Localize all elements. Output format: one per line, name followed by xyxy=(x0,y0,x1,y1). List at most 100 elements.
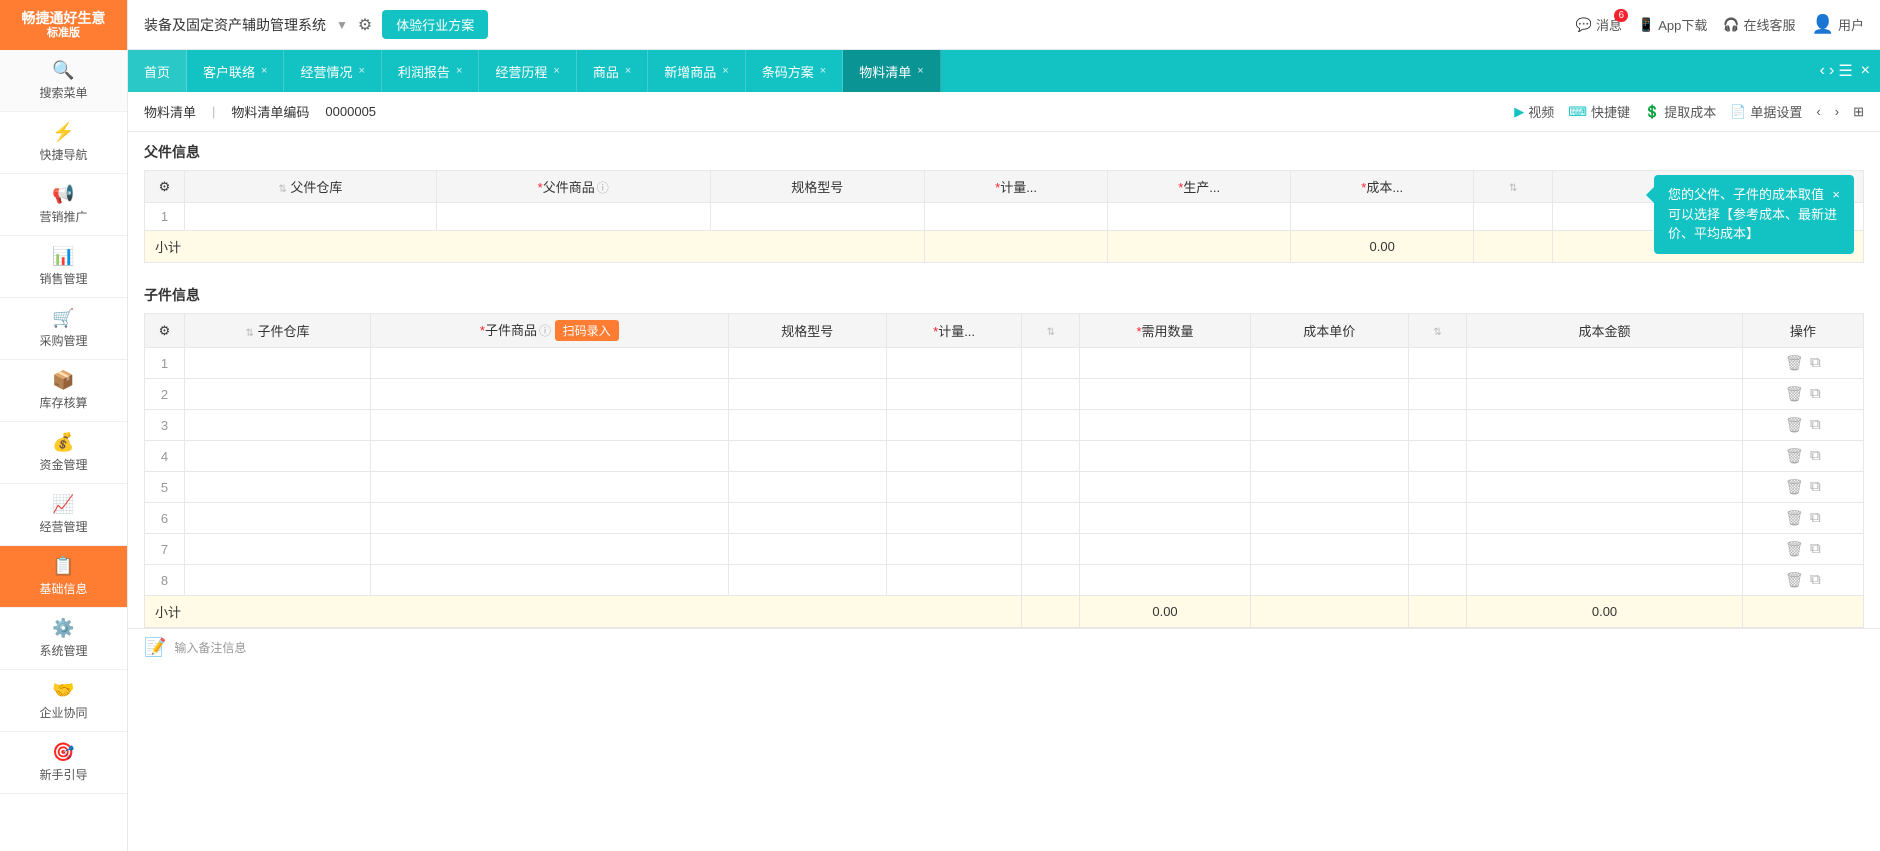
scan-button[interactable]: 扫码录入 xyxy=(555,320,619,341)
child-row-8-goods[interactable] xyxy=(371,565,729,596)
child-row-2-copy-icon[interactable]: ⧉ xyxy=(1810,385,1821,403)
child-row-6-delete-icon[interactable]: 🗑 xyxy=(1785,509,1804,527)
parent-row-1-unit[interactable] xyxy=(925,203,1108,231)
child-row-4-unit[interactable] xyxy=(886,441,1021,472)
child-row-3-unit[interactable] xyxy=(886,410,1021,441)
child-row-4-goods[interactable] xyxy=(371,441,729,472)
child-row-6-spec[interactable] xyxy=(728,503,886,534)
tab-history-close[interactable]: × xyxy=(553,65,559,77)
child-row-6-goods[interactable] xyxy=(371,503,729,534)
child-row-3-delete-icon[interactable]: 🗑 xyxy=(1785,416,1804,434)
child-row-3-cost-price[interactable] xyxy=(1250,410,1408,441)
child-row-5-copy-icon[interactable]: ⧉ xyxy=(1810,478,1821,496)
child-row-2-spec[interactable] xyxy=(728,379,886,410)
child-row-2-delete-icon[interactable]: 🗑 xyxy=(1785,385,1804,403)
app-download-button[interactable]: 📱 App下载 xyxy=(1638,15,1707,34)
tab-history[interactable]: 经营历程 × xyxy=(479,50,576,92)
tab-goods-close[interactable]: × xyxy=(625,65,631,77)
shortcut-button[interactable]: ⌨ 快捷键 xyxy=(1568,102,1630,121)
child-row-8-spec[interactable] xyxy=(728,565,886,596)
child-row-6-cost-price[interactable] xyxy=(1250,503,1408,534)
sidebar-item-basic-info[interactable]: 📋 基础信息 xyxy=(0,546,127,608)
note-placeholder[interactable]: 输入备注信息 xyxy=(174,639,246,656)
parent-row-1-warehouse[interactable] xyxy=(185,203,437,231)
breadcrumb-bom-list[interactable]: 物料清单 xyxy=(144,102,196,121)
video-button[interactable]: ▶ 视频 xyxy=(1514,102,1554,121)
child-row-3-qty[interactable] xyxy=(1080,410,1250,441)
tab-goods[interactable]: 商品 × xyxy=(577,50,648,92)
sidebar-item-marketing[interactable]: 📢 营销推广 xyxy=(0,174,127,236)
tab-barcode-close[interactable]: × xyxy=(820,65,826,77)
tab-profit-close[interactable]: × xyxy=(456,65,462,77)
sidebar-item-finance[interactable]: 💰 资金管理 xyxy=(0,422,127,484)
child-row-7-delete-icon[interactable]: 🗑 xyxy=(1785,540,1804,558)
child-row-4-cost-price[interactable] xyxy=(1250,441,1408,472)
child-row-5-goods[interactable] xyxy=(371,472,729,503)
sidebar-item-collab[interactable]: 🤝 企业协同 xyxy=(0,670,127,732)
child-row-6-warehouse[interactable] xyxy=(185,503,371,534)
sidebar-item-purchase[interactable]: 🛒 采购管理 xyxy=(0,298,127,360)
tooltip-close-button[interactable]: × xyxy=(1832,185,1840,205)
child-row-5-spec[interactable] xyxy=(728,472,886,503)
child-row-7-copy-icon[interactable]: ⧉ xyxy=(1810,540,1821,558)
tab-bom-close[interactable]: × xyxy=(917,65,923,77)
sidebar-item-quick-nav[interactable]: ⚡ 快捷导航 xyxy=(0,112,127,174)
child-col-settings[interactable]: ⚙ xyxy=(145,314,185,348)
child-row-5-cost-price[interactable] xyxy=(1250,472,1408,503)
child-row-2-qty[interactable] xyxy=(1080,379,1250,410)
parent-row-1-spec[interactable] xyxy=(710,203,924,231)
child-row-8-unit[interactable] xyxy=(886,565,1021,596)
child-row-8-cost-price[interactable] xyxy=(1250,565,1408,596)
child-row-2-goods[interactable] xyxy=(371,379,729,410)
child-row-3-copy-icon[interactable]: ⧉ xyxy=(1810,416,1821,434)
sidebar-item-system[interactable]: ⚙️ 系统管理 xyxy=(0,608,127,670)
settings-icon[interactable]: ⚙ xyxy=(358,15,372,35)
child-row-1-delete-icon[interactable]: 🗑 xyxy=(1785,354,1804,372)
nav-left-icon[interactable]: ‹ xyxy=(1816,104,1820,119)
nav-menu-icon[interactable]: ☰ xyxy=(1838,61,1852,81)
child-row-6-qty[interactable] xyxy=(1080,503,1250,534)
tab-home[interactable]: 首页 xyxy=(128,50,187,92)
messages-button[interactable]: 💬 消息 6 xyxy=(1576,15,1622,34)
sidebar-item-operations[interactable]: 📈 经营管理 xyxy=(0,484,127,546)
parent-col-settings[interactable]: ⚙ xyxy=(145,171,185,203)
child-row-1-spec[interactable] xyxy=(728,348,886,379)
child-row-8-delete-icon[interactable]: 🗑 xyxy=(1785,571,1804,589)
child-row-4-delete-icon[interactable]: 🗑 xyxy=(1785,447,1804,465)
user-button[interactable]: 👤 用户 xyxy=(1812,14,1864,35)
child-row-5-unit[interactable] xyxy=(886,472,1021,503)
child-row-1-qty[interactable] xyxy=(1080,348,1250,379)
child-row-2-warehouse[interactable] xyxy=(185,379,371,410)
child-row-1-unit[interactable] xyxy=(886,348,1021,379)
child-row-1-cost-price[interactable] xyxy=(1250,348,1408,379)
child-row-8-qty[interactable] xyxy=(1080,565,1250,596)
child-row-7-goods[interactable] xyxy=(371,534,729,565)
child-row-2-unit[interactable] xyxy=(886,379,1021,410)
parent-row-1-cost[interactable] xyxy=(1291,203,1474,231)
nav-right-icon[interactable]: › xyxy=(1835,104,1839,119)
child-row-8-warehouse[interactable] xyxy=(185,565,371,596)
tab-bom[interactable]: 物料清单 × xyxy=(843,50,940,92)
child-row-7-unit[interactable] xyxy=(886,534,1021,565)
child-row-7-qty[interactable] xyxy=(1080,534,1250,565)
child-row-1-warehouse[interactable] xyxy=(185,348,371,379)
child-row-4-copy-icon[interactable]: ⧉ xyxy=(1810,447,1821,465)
child-row-1-goods[interactable] xyxy=(371,348,729,379)
parent-row-1-production[interactable] xyxy=(1108,203,1291,231)
sidebar-item-inventory[interactable]: 📦 库存核算 xyxy=(0,360,127,422)
tab-customer[interactable]: 客户联络 × xyxy=(187,50,284,92)
child-row-5-warehouse[interactable] xyxy=(185,472,371,503)
sidebar-item-search[interactable]: 🔍 搜索菜单 xyxy=(0,50,127,112)
child-row-1-copy-icon[interactable]: ⧉ xyxy=(1810,354,1821,372)
child-row-8-copy-icon[interactable]: ⧉ xyxy=(1810,571,1821,589)
cost-button[interactable]: 💲 提取成本 xyxy=(1644,102,1716,121)
child-row-3-spec[interactable] xyxy=(728,410,886,441)
child-row-5-delete-icon[interactable]: 🗑 xyxy=(1785,478,1804,496)
child-row-4-qty[interactable] xyxy=(1080,441,1250,472)
tab-new-goods-close[interactable]: × xyxy=(722,65,728,77)
doc-settings-button[interactable]: 📄 单据设置 xyxy=(1730,102,1802,121)
nav-close-icon[interactable]: × xyxy=(1861,62,1870,80)
child-row-5-qty[interactable] xyxy=(1080,472,1250,503)
online-service-button[interactable]: 🎧 在线客服 xyxy=(1723,15,1795,34)
child-row-3-warehouse[interactable] xyxy=(185,410,371,441)
